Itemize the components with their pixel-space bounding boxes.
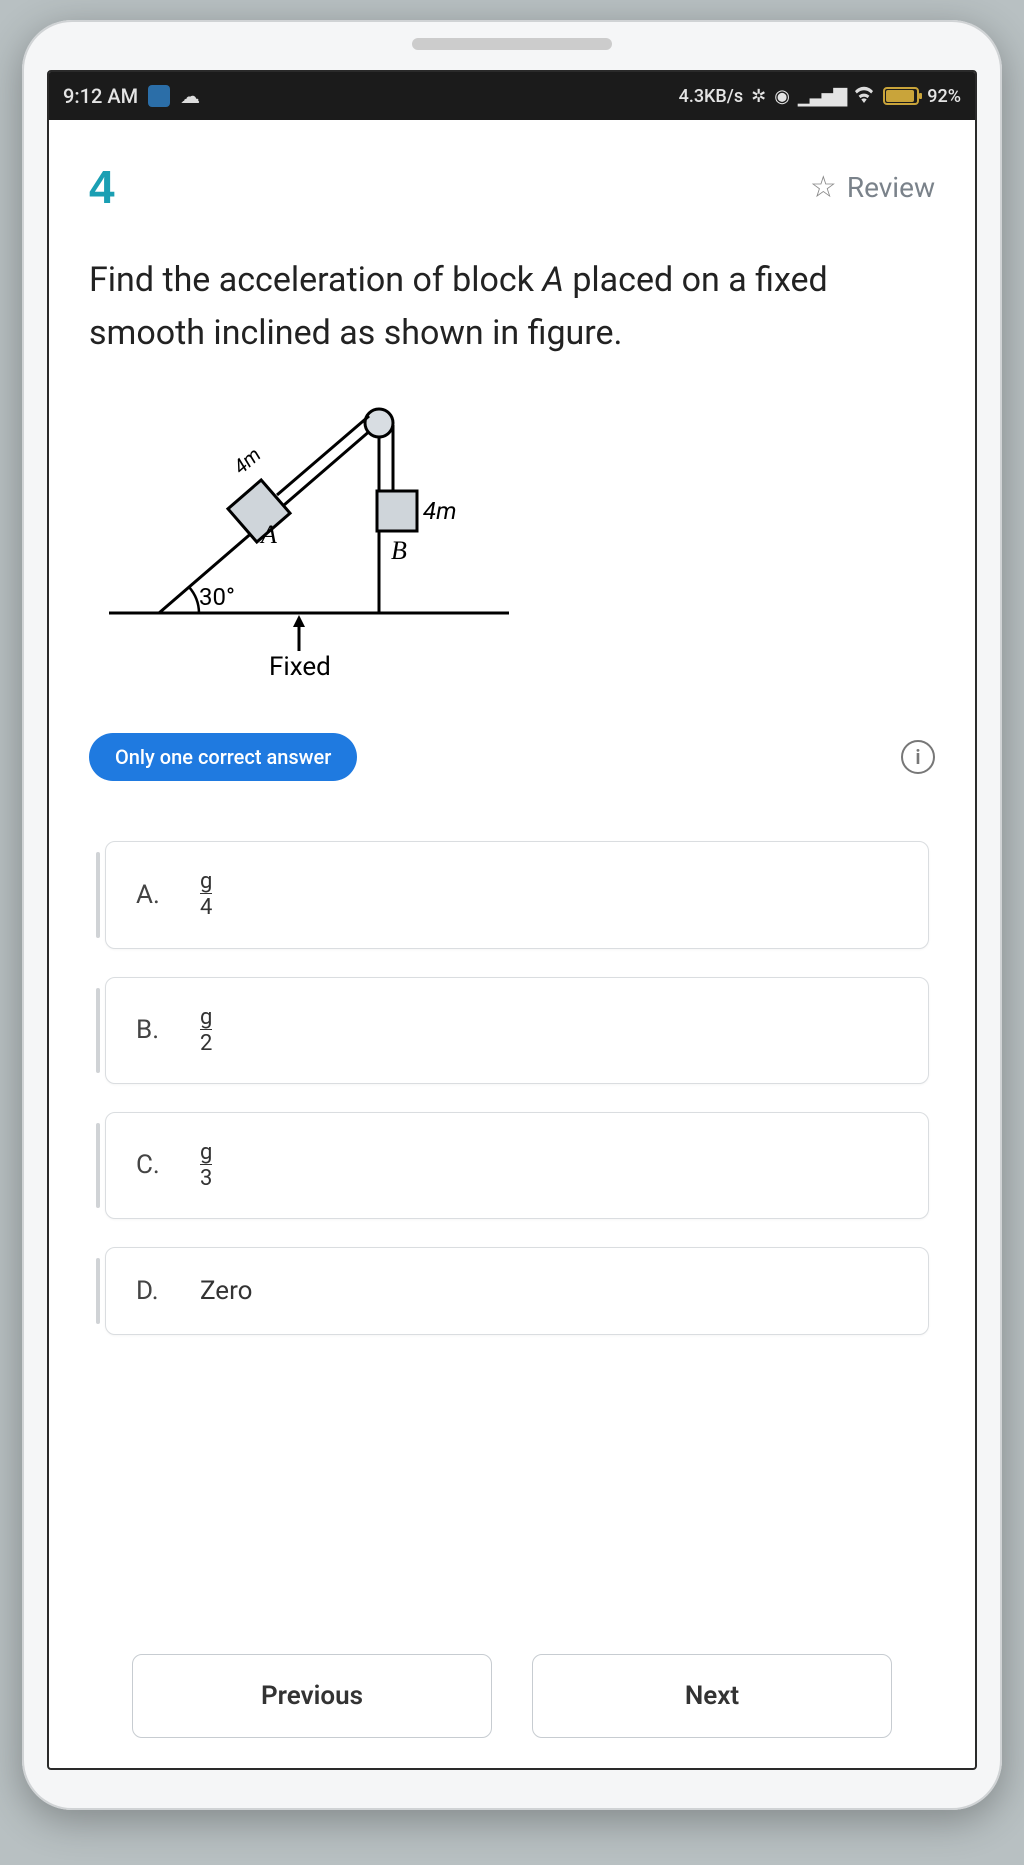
star-icon: ☆ (810, 170, 837, 205)
option-c[interactable]: C. g 3 (105, 1112, 929, 1219)
status-time: 9:12 AM (63, 84, 138, 108)
phone-screen: 9:12 AM ☁ 4.3KB/s ✲ ◉ ▁▃▅▇ 92% 4 (47, 70, 977, 1770)
question-text: Find the acceleration of block A placed … (89, 254, 935, 359)
frac-denom: 2 (200, 1029, 212, 1055)
question-text-pre: Find the acceleration of block (89, 260, 542, 300)
battery-percent: 92% (927, 86, 961, 107)
question-content: 4 ☆ Review Find the acceleration of bloc… (49, 120, 975, 1768)
cloud-icon: ☁ (180, 84, 200, 108)
option-letter: A. (136, 880, 164, 910)
option-value: Zero (200, 1276, 252, 1306)
diagram-block-b-mass: 4m (423, 497, 457, 525)
frac-numer: g (200, 1141, 212, 1164)
frac-denom: 4 (200, 893, 212, 919)
wifi-icon (853, 85, 875, 108)
battery-icon (883, 87, 919, 105)
option-d[interactable]: D. Zero (105, 1247, 929, 1335)
badge-row: Only one correct answer i (89, 733, 935, 781)
diagram-block-a-label: A (259, 520, 277, 549)
bluetooth-icon: ✲ (751, 86, 766, 107)
answer-mode-badge: Only one correct answer (89, 733, 357, 781)
question-diagram: A 4m 4m B 30° Fixed (99, 383, 519, 683)
option-letter: D. (136, 1276, 164, 1306)
diagram-block-b-label: B (391, 536, 407, 565)
options-list: A. g 4 B. g 2 C. g (89, 841, 935, 1335)
diagram-block-a-mass: 4m (229, 443, 266, 479)
option-value: g 3 (200, 1141, 212, 1190)
review-label: Review (847, 171, 935, 204)
option-value: g 2 (200, 1006, 212, 1055)
phone-frame: 9:12 AM ☁ 4.3KB/s ✲ ◉ ▁▃▅▇ 92% 4 (22, 20, 1002, 1810)
phone-speaker (412, 38, 612, 50)
frac-numer: g (200, 870, 212, 893)
option-letter: C. (136, 1150, 164, 1180)
option-b[interactable]: B. g 2 (105, 977, 929, 1084)
status-bar: 9:12 AM ☁ 4.3KB/s ✲ ◉ ▁▃▅▇ 92% (49, 72, 975, 120)
next-button[interactable]: Next (532, 1654, 892, 1738)
diagram-angle: 30° (199, 583, 235, 611)
option-a[interactable]: A. g 4 (105, 841, 929, 948)
frac-denom: 3 (200, 1164, 212, 1190)
status-left: 9:12 AM ☁ (63, 84, 200, 108)
option-letter: B. (136, 1015, 164, 1045)
diagram-base-label: Fixed (269, 652, 331, 682)
net-speed: 4.3KB/s (679, 86, 744, 107)
app-icon (148, 85, 170, 107)
option-value: g 4 (200, 870, 212, 919)
vibrate-icon: ◉ (774, 86, 790, 107)
question-header: 4 ☆ Review (89, 160, 935, 214)
previous-button[interactable]: Previous (132, 1654, 492, 1738)
question-text-var: A (542, 260, 564, 300)
signal-icon: ▁▃▅▇ (798, 86, 845, 107)
review-button[interactable]: ☆ Review (810, 170, 935, 205)
status-right: 4.3KB/s ✲ ◉ ▁▃▅▇ 92% (679, 85, 961, 108)
frac-numer: g (200, 1006, 212, 1029)
nav-row: Previous Next (89, 1594, 935, 1738)
question-number: 4 (89, 160, 115, 214)
info-icon[interactable]: i (901, 740, 935, 774)
